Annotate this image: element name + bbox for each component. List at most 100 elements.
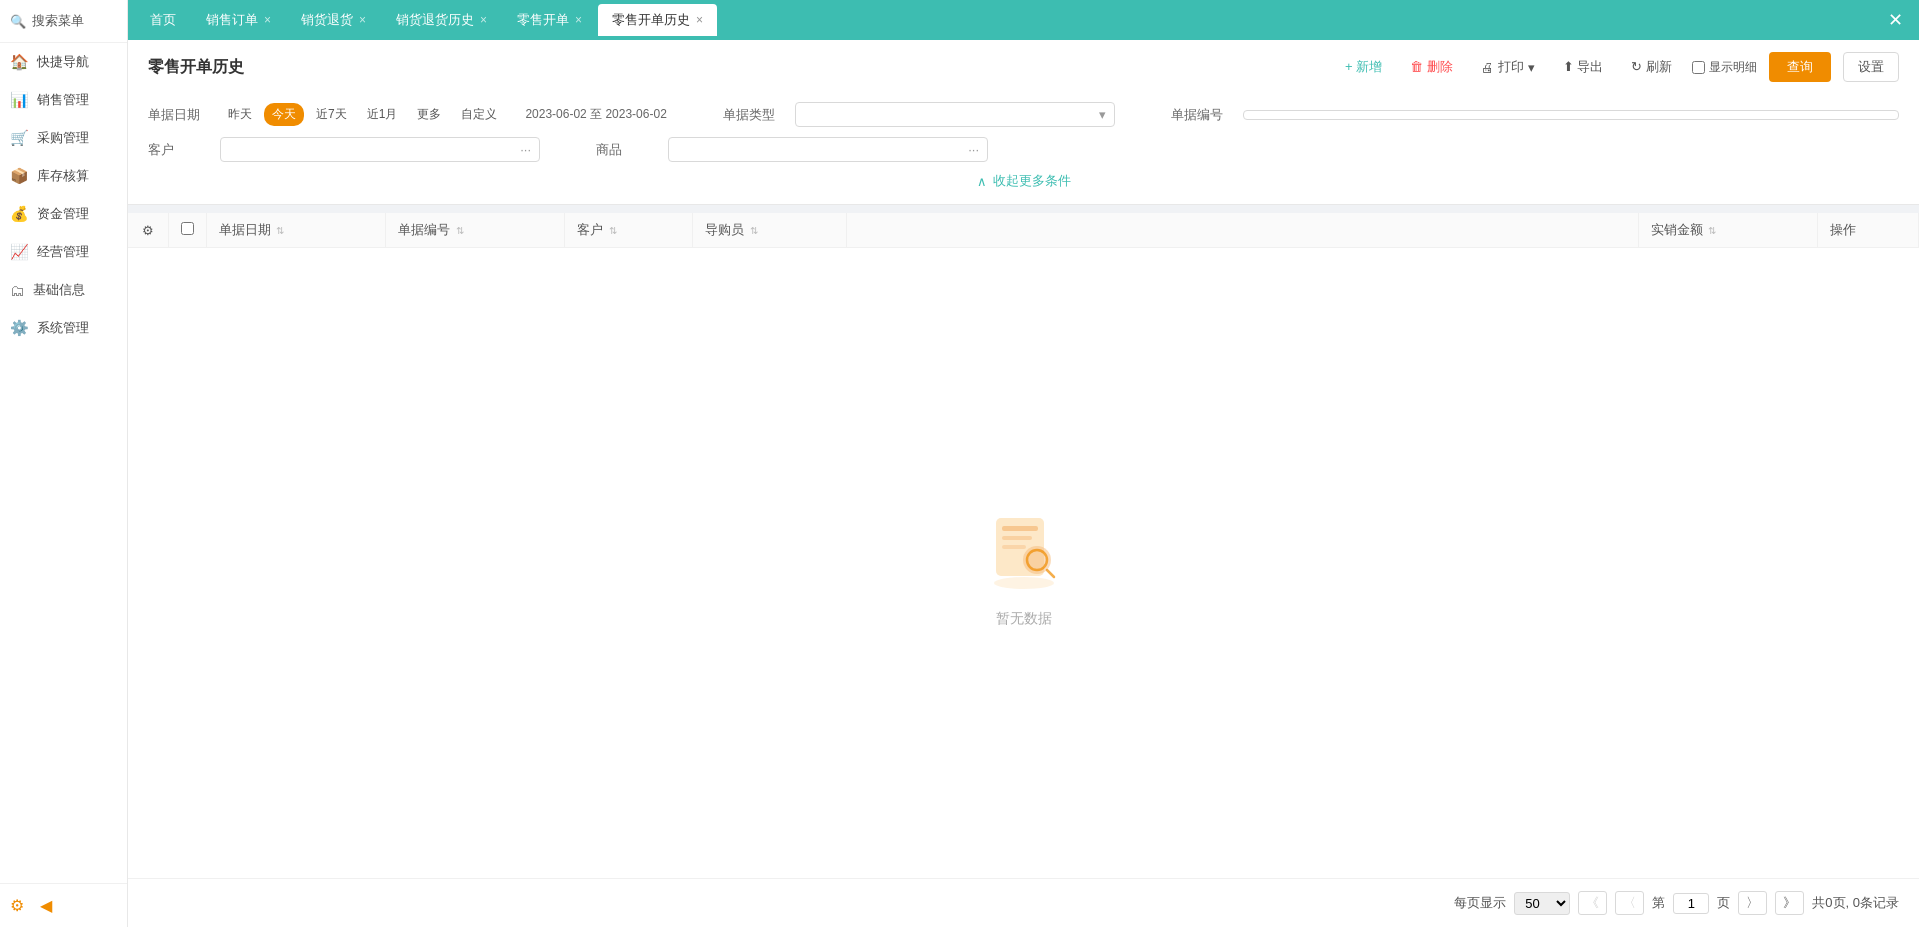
tab-retail-open-history-label: 零售开单历史 <box>612 11 690 29</box>
tab-retail-open-close[interactable]: × <box>575 13 582 27</box>
col-middle-space <box>846 213 1638 248</box>
empty-icon <box>974 498 1074 598</box>
tab-retail-open-history-close[interactable]: × <box>696 13 703 27</box>
col-guide: 导购员 ⇅ <box>693 213 847 248</box>
toolbar: + 新增 🗑 删除 🖨 打印 ▾ ⬆ 导出 ↻ 刷新 显示明细 查询 设置 <box>1337 52 1899 82</box>
page-title: 零售开单历史 <box>148 57 244 78</box>
refresh-button[interactable]: ↻ 刷新 <box>1623 54 1680 80</box>
chart-icon: 📊 <box>10 91 29 109</box>
sidebar-item-inventory[interactable]: 📦 库存核算 <box>0 157 127 195</box>
search-icon: 🔍 <box>10 14 26 29</box>
box-icon: 📦 <box>10 167 29 185</box>
sidebar-item-purchase-mgmt[interactable]: 🛒 采购管理 <box>0 119 127 157</box>
table-header-row: ⚙ 单据日期 ⇅ 单据编号 ⇅ <box>128 213 1919 248</box>
per-page-select[interactable]: 50 20 100 200 <box>1514 892 1570 915</box>
page-header: 零售开单历史 + 新增 🗑 删除 🖨 打印 ▾ ⬆ 导出 ↻ 刷新 显示明细 <box>128 40 1919 205</box>
delete-button[interactable]: 🗑 删除 <box>1402 54 1461 80</box>
tab-retail-open[interactable]: 零售开单 × <box>503 4 596 36</box>
add-button[interactable]: + 新增 <box>1337 54 1390 80</box>
sidebar: 🔍 搜索菜单 🏠 快捷导航 📊 销售管理 🛒 采购管理 📦 库存核算 💰 资金管… <box>0 0 128 927</box>
tab-sales-return-history[interactable]: 销货退货历史 × <box>382 4 501 36</box>
svg-rect-2 <box>1002 526 1038 531</box>
col-date-sort-icon[interactable]: ⇅ <box>276 225 284 236</box>
pagination: 每页显示 50 20 100 200 《 〈 第 页 〉 》 共0页, 0条记录 <box>128 878 1919 927</box>
custom-btn[interactable]: 自定义 <box>453 103 505 126</box>
col-guide-sort-icon[interactable]: ⇅ <box>750 225 758 236</box>
sidebar-item-quick-nav[interactable]: 🏠 快捷导航 <box>0 43 127 81</box>
col-customer-sort-icon[interactable]: ⇅ <box>609 225 617 236</box>
col-customer-label: 客户 <box>577 222 603 237</box>
sidebar-item-operation[interactable]: 📈 经营管理 <box>0 233 127 271</box>
col-amount: 实销金额 ⇅ <box>1638 213 1817 248</box>
last7days-btn[interactable]: 近7天 <box>308 103 355 126</box>
goods-input-field[interactable] <box>677 142 968 157</box>
tab-home-label: 首页 <box>150 11 176 29</box>
export-button[interactable]: ⬆ 导出 <box>1555 54 1612 80</box>
tab-bar: 首页 销售订单 × 销货退货 × 销货退货历史 × 零售开单 × 零售开单历史 … <box>128 0 1919 40</box>
sidebar-item-label: 资金管理 <box>37 205 89 223</box>
sidebar-search[interactable]: 🔍 搜索菜单 <box>0 0 127 43</box>
tab-retail-open-history[interactable]: 零售开单历史 × <box>598 4 717 36</box>
sidebar-item-sales-mgmt[interactable]: 📊 销售管理 <box>0 81 127 119</box>
last-page-btn[interactable]: 》 <box>1775 891 1804 915</box>
goods-ellipsis-icon[interactable]: ··· <box>968 142 979 157</box>
sidebar-item-finance[interactable]: 💰 资金管理 <box>0 195 127 233</box>
window-close-icon[interactable]: ✕ <box>1880 9 1911 31</box>
table-settings-icon[interactable]: ⚙ <box>142 223 154 238</box>
filter-area: 单据日期 昨天 今天 近7天 近1月 更多 自定义 2023-06-02 至 2… <box>148 92 1899 204</box>
sidebar-item-label: 销售管理 <box>37 91 89 109</box>
page-label: 第 <box>1652 894 1665 912</box>
sidebar-bottom: ⚙ ◀ <box>0 883 127 927</box>
last1month-btn[interactable]: 近1月 <box>359 103 406 126</box>
show-detail-checkbox-label[interactable]: 显示明细 <box>1692 59 1757 76</box>
col-no: 单据编号 ⇅ <box>385 213 564 248</box>
col-action-label: 操作 <box>1830 222 1856 237</box>
filter-row-1: 单据日期 昨天 今天 近7天 近1月 更多 自定义 2023-06-02 至 2… <box>148 102 1899 127</box>
tab-sales-return-history-close[interactable]: × <box>480 13 487 27</box>
sidebar-settings-icon[interactable]: ⚙ <box>10 896 24 915</box>
tab-sales-return[interactable]: 销货退货 × <box>287 4 380 36</box>
today-btn[interactable]: 今天 <box>264 103 304 126</box>
sidebar-collapse-icon[interactable]: ◀ <box>40 896 52 915</box>
more-btn[interactable]: 更多 <box>409 103 449 126</box>
next-page-btn[interactable]: 〉 <box>1738 891 1767 915</box>
col-customer: 客户 ⇅ <box>565 213 693 248</box>
tab-sales-order-close[interactable]: × <box>264 13 271 27</box>
sidebar-item-label: 系统管理 <box>37 319 89 337</box>
select-all-checkbox[interactable] <box>181 222 194 235</box>
tab-bar-right: ✕ <box>1880 9 1911 31</box>
print-button[interactable]: 🖨 打印 ▾ <box>1473 54 1543 80</box>
prev-page-btn[interactable]: 〈 <box>1615 891 1644 915</box>
main-content: 首页 销售订单 × 销货退货 × 销货退货历史 × 零售开单 × 零售开单历史 … <box>128 0 1919 927</box>
goods-input[interactable]: ··· <box>668 137 988 162</box>
yesterday-btn[interactable]: 昨天 <box>220 103 260 126</box>
print-icon: 🖨 <box>1481 60 1494 75</box>
doc-type-select[interactable]: ▾ <box>795 102 1115 127</box>
query-button[interactable]: 查询 <box>1769 52 1831 82</box>
customer-input-field[interactable] <box>229 142 520 157</box>
tab-sales-order[interactable]: 销售订单 × <box>192 4 285 36</box>
print-chevron-icon: ▾ <box>1528 60 1535 75</box>
operation-icon: 📈 <box>10 243 29 261</box>
sidebar-search-label: 搜索菜单 <box>32 12 84 30</box>
page-title-row: 零售开单历史 + 新增 🗑 删除 🖨 打印 ▾ ⬆ 导出 ↻ 刷新 显示明细 <box>148 52 1899 82</box>
tab-home[interactable]: 首页 <box>136 4 190 36</box>
tab-sales-return-close[interactable]: × <box>359 13 366 27</box>
col-settings: ⚙ <box>128 213 168 248</box>
filter-collapse-btn[interactable]: ∧ 收起更多条件 <box>148 172 1899 190</box>
customer-ellipsis-icon[interactable]: ··· <box>520 142 531 157</box>
col-no-sort-icon[interactable]: ⇅ <box>456 225 464 236</box>
show-detail-checkbox[interactable] <box>1692 61 1705 74</box>
tab-retail-open-label: 零售开单 <box>517 11 569 29</box>
sidebar-item-basic-info[interactable]: 🗂 基础信息 <box>0 271 127 309</box>
sidebar-item-sys-mgmt[interactable]: ⚙️ 系统管理 <box>0 309 127 347</box>
customer-input[interactable]: ··· <box>220 137 540 162</box>
page-input[interactable] <box>1673 893 1709 914</box>
settings-button[interactable]: 设置 <box>1843 52 1899 82</box>
col-amount-sort-icon[interactable]: ⇅ <box>1708 225 1716 236</box>
doc-no-input[interactable] <box>1243 110 1899 120</box>
first-page-btn[interactable]: 《 <box>1578 891 1607 915</box>
customer-label: 客户 <box>148 141 204 159</box>
svg-rect-4 <box>1002 545 1026 549</box>
sidebar-item-label: 快捷导航 <box>37 53 89 71</box>
